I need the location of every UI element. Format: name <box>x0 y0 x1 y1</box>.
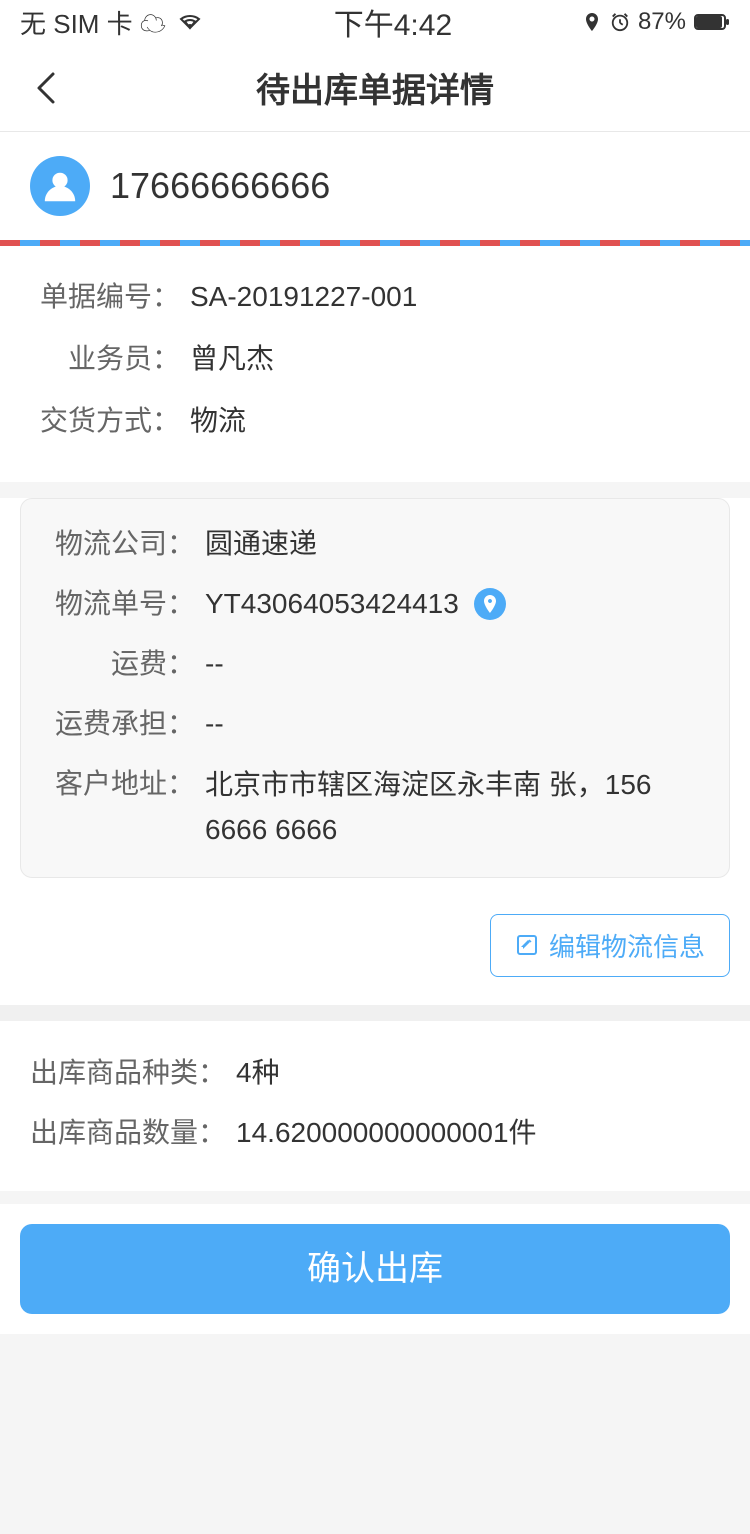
alarm-icon <box>610 11 630 33</box>
freight-label: 运费： <box>45 643 205 685</box>
freight-bearer-row: 运费承担： -- <box>45 703 705 745</box>
avatar <box>30 156 90 216</box>
edit-icon <box>515 933 539 957</box>
product-quantity-label: 出库商品数量： <box>30 1111 236 1151</box>
freight-row: 运费： -- <box>45 643 705 685</box>
edit-logistics-row: 编辑物流信息 <box>0 898 750 1005</box>
doc-number-value: SA-20191227-001 <box>190 276 720 318</box>
freight-bearer-value: -- <box>205 703 705 745</box>
address-label: 客户地址： <box>45 763 205 805</box>
product-type-row: 出库商品种类： 4种 <box>30 1051 720 1091</box>
staff-label: 业务员： <box>30 338 190 380</box>
delivery-value: 物流 <box>190 400 720 442</box>
edit-logistics-label: 编辑物流信息 <box>549 927 705 964</box>
status-time: 下午4:42 <box>334 0 452 44</box>
customer-header: 17666666666 <box>0 132 750 240</box>
doc-number-row: 单据编号： SA-20191227-001 <box>30 276 720 318</box>
customer-phone: 17666666666 <box>110 165 330 207</box>
status-bar: 无 SIM 卡 ☁ 下午4:42 87% <box>0 0 750 44</box>
product-type-label: 出库商品种类： <box>30 1051 236 1091</box>
battery-text: 87% <box>638 8 686 36</box>
address-value: 北京市市辖区海淀区永丰南 张，156 6666 6666 <box>205 763 705 853</box>
section-separator-1 <box>0 1005 750 1021</box>
delivery-row: 交货方式： 物流 <box>30 400 720 442</box>
logistics-card: 物流公司： 圆通速递 物流单号： YT43064053424413 运费： --… <box>20 498 730 878</box>
location-status-icon <box>582 11 602 33</box>
confirm-button[interactable]: 确认出库 <box>20 1224 730 1314</box>
doc-number-label: 单据编号： <box>30 276 190 318</box>
product-section: 出库商品种类： 4种 出库商品数量： 14.620000000000001件 <box>0 1021 750 1191</box>
staff-row: 业务员： 曾凡杰 <box>30 338 720 380</box>
page-title: 待出库单据详情 <box>256 63 494 112</box>
delivery-label: 交货方式： <box>30 400 190 442</box>
logistics-company-row: 物流公司： 圆通速递 <box>45 523 705 565</box>
status-left: 无 SIM 卡 ☁ <box>20 4 204 41</box>
back-button[interactable] <box>24 66 68 110</box>
logistics-tracking-label: 物流单号： <box>45 583 205 625</box>
empty-area <box>0 1314 750 1534</box>
status-right: 87% <box>582 8 730 36</box>
logistics-company-value: 圆通速递 <box>205 523 705 565</box>
wifi-icon <box>176 12 204 32</box>
battery-icon <box>694 13 730 31</box>
freight-bearer-label: 运费承担： <box>45 703 205 745</box>
address-row: 客户地址： 北京市市辖区海淀区永丰南 张，156 6666 6666 <box>45 763 705 853</box>
edit-logistics-button[interactable]: 编辑物流信息 <box>490 914 730 977</box>
freight-value: -- <box>205 643 705 685</box>
staff-value: 曾凡杰 <box>190 338 720 380</box>
confirm-btn-wrapper: 确认出库 <box>0 1204 750 1334</box>
logistics-tracking-value: YT43064053424413 <box>205 583 705 625</box>
document-info-section: 单据编号： SA-20191227-001 业务员： 曾凡杰 交货方式： 物流 <box>0 246 750 482</box>
logistics-tracking-row: 物流单号： YT43064053424413 <box>45 583 705 625</box>
tracking-location-icon[interactable] <box>473 587 507 621</box>
product-quantity-row: 出库商品数量： 14.620000000000001件 <box>30 1111 720 1151</box>
sim-text: 无 SIM 卡 ☁ <box>20 4 166 41</box>
product-type-value: 4种 <box>236 1051 280 1091</box>
nav-bar: 待出库单据详情 <box>0 44 750 132</box>
logistics-company-label: 物流公司： <box>45 523 205 565</box>
product-quantity-value: 14.620000000000001件 <box>236 1111 537 1151</box>
